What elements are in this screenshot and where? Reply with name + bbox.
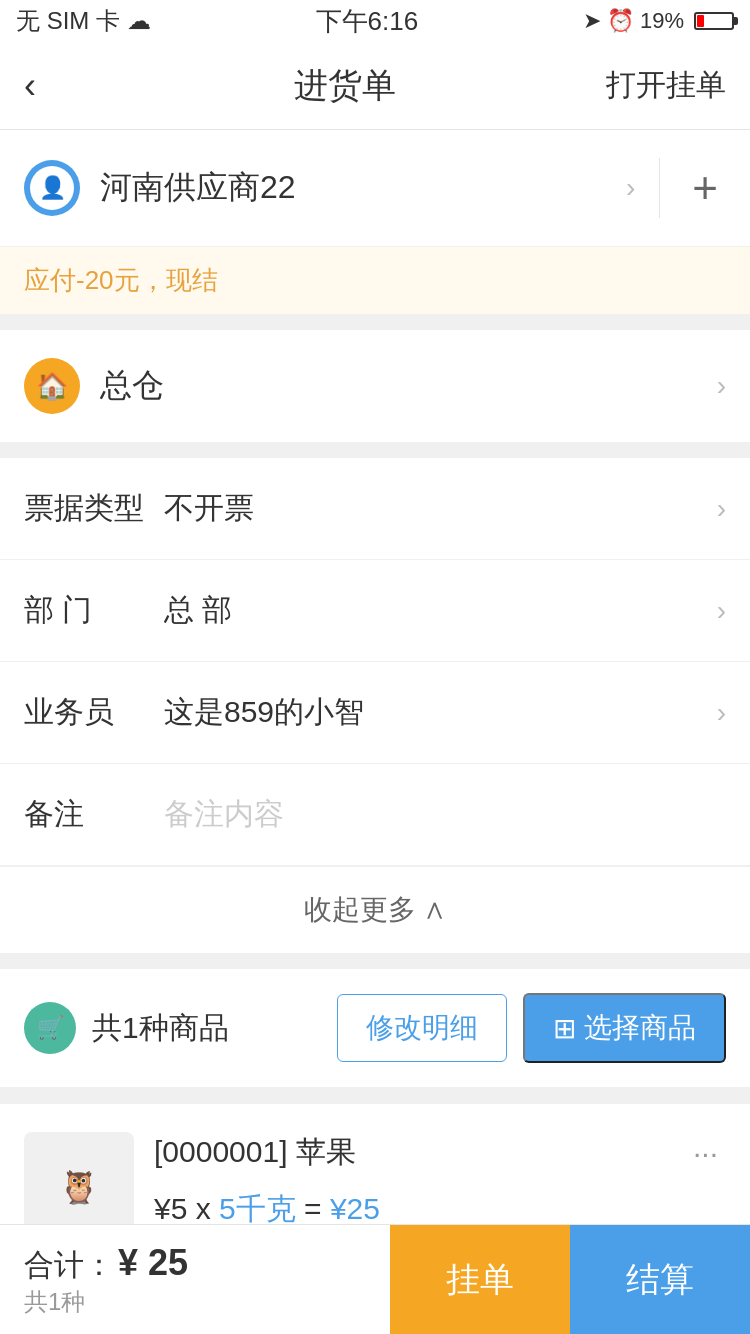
department-value: 总 部	[164, 590, 717, 631]
bottom-bar: 合计： ¥ 25 共1种 挂单 结算	[0, 1224, 750, 1334]
select-label: 选择商品	[584, 1009, 696, 1047]
alarm-icon: ⏰	[607, 8, 634, 34]
nav-bar: ‹ 进货单 打开挂单	[0, 42, 750, 130]
open-pending-button[interactable]: 打开挂单	[606, 65, 726, 106]
equals: =	[296, 1192, 330, 1225]
product-info: [0000001] 苹果 ¥5 x 5千克 = ¥25	[154, 1132, 685, 1230]
product-default-image: 🦉	[59, 1168, 99, 1206]
edit-detail-button[interactable]: 修改明细	[337, 994, 507, 1062]
total-count: 共1种	[24, 1286, 366, 1318]
product-section: 🛒 共1种商品 修改明细 ⊞ 选择商品	[0, 969, 750, 1088]
product-menu-button[interactable]: ···	[685, 1132, 726, 1174]
select-product-button[interactable]: ⊞ 选择商品	[523, 993, 726, 1063]
warehouse-name: 总仓	[100, 364, 717, 408]
product-code: [0000001] 苹果	[154, 1135, 356, 1168]
product-count: 共1种商品	[92, 1008, 337, 1049]
content: 👤 河南供应商22 › + 应付-20元，现结 🏠 总仓 › 票据类型 不开票 …	[0, 130, 750, 1334]
warehouse-row[interactable]: 🏠 总仓 ›	[0, 330, 750, 442]
chevron-right-icon: ›	[717, 595, 726, 627]
form-card: 票据类型 不开票 › 部 门 总 部 › 业务员 这是859的小智 › 备注 备…	[0, 458, 750, 953]
supplier-card: 👤 河南供应商22 › + 应付-20元，现结	[0, 130, 750, 314]
status-right: ➤ ⏰ 19%	[583, 8, 734, 34]
chevron-right-icon: ›	[717, 370, 726, 402]
total-label: 合计：	[24, 1245, 114, 1286]
supplier-avatar: 👤	[24, 160, 80, 216]
remark-label: 备注	[24, 794, 144, 835]
remark-row[interactable]: 备注 备注内容	[0, 764, 750, 866]
select-icon: ⊞	[553, 1012, 576, 1045]
salesperson-label: 业务员	[24, 692, 144, 733]
chevron-right-icon: ›	[717, 697, 726, 729]
supplier-row[interactable]: 👤 河南供应商22 › +	[0, 130, 750, 247]
add-supplier-button[interactable]: +	[684, 163, 726, 213]
department-label: 部 门	[24, 590, 144, 631]
product-header-icon: 🛒	[24, 1002, 76, 1054]
invoice-type-row[interactable]: 票据类型 不开票 ›	[0, 458, 750, 560]
salesperson-row[interactable]: 业务员 这是859的小智 ›	[0, 662, 750, 764]
remark-input[interactable]: 备注内容	[164, 794, 726, 835]
invoice-type-value: 不开票	[164, 488, 717, 529]
warehouse-icon: 🏠	[24, 358, 80, 414]
quantity: 5千克	[219, 1192, 296, 1225]
warehouse-card[interactable]: 🏠 总仓 ›	[0, 330, 750, 442]
home-icon: 🏠	[36, 371, 68, 402]
notice-bar: 应付-20元，现结	[0, 247, 750, 314]
status-time: 下午6:16	[316, 4, 419, 39]
product-name: [0000001] 苹果	[154, 1132, 685, 1173]
supplier-avatar-inner: 👤	[30, 166, 74, 210]
battery-icon	[694, 12, 734, 30]
status-bar: 无 SIM 卡 ☁ 下午6:16 ➤ ⏰ 19%	[0, 0, 750, 42]
status-left: 无 SIM 卡 ☁	[16, 5, 151, 37]
unit-price: ¥5 x	[154, 1192, 219, 1225]
user-icon: 👤	[39, 175, 66, 201]
cart-icon: 🛒	[37, 1015, 64, 1041]
location-icon: ➤	[583, 8, 601, 34]
total-value: ¥ 25	[118, 1242, 188, 1284]
total-section: 合计： ¥ 25 共1种	[0, 1225, 390, 1334]
back-button[interactable]: ‹	[24, 65, 84, 107]
vertical-divider	[659, 158, 660, 218]
chevron-right-icon: ›	[626, 172, 635, 204]
invoice-type-label: 票据类型	[24, 488, 144, 529]
supplier-name: 河南供应商22	[100, 166, 626, 210]
sim-status: 无 SIM 卡 ☁	[16, 5, 151, 37]
settle-button[interactable]: 结算	[570, 1225, 750, 1334]
department-row[interactable]: 部 门 总 部 ›	[0, 560, 750, 662]
chevron-right-icon: ›	[717, 493, 726, 525]
product-header: 🛒 共1种商品 修改明细 ⊞ 选择商品	[0, 969, 750, 1088]
page-title: 进货单	[84, 63, 606, 109]
collapse-button[interactable]: 收起更多 ∧	[0, 866, 750, 953]
salesperson-value: 这是859的小智	[164, 692, 717, 733]
total-price: ¥25	[330, 1192, 380, 1225]
hang-order-button[interactable]: 挂单	[390, 1225, 570, 1334]
battery-percent: 19%	[640, 8, 684, 34]
